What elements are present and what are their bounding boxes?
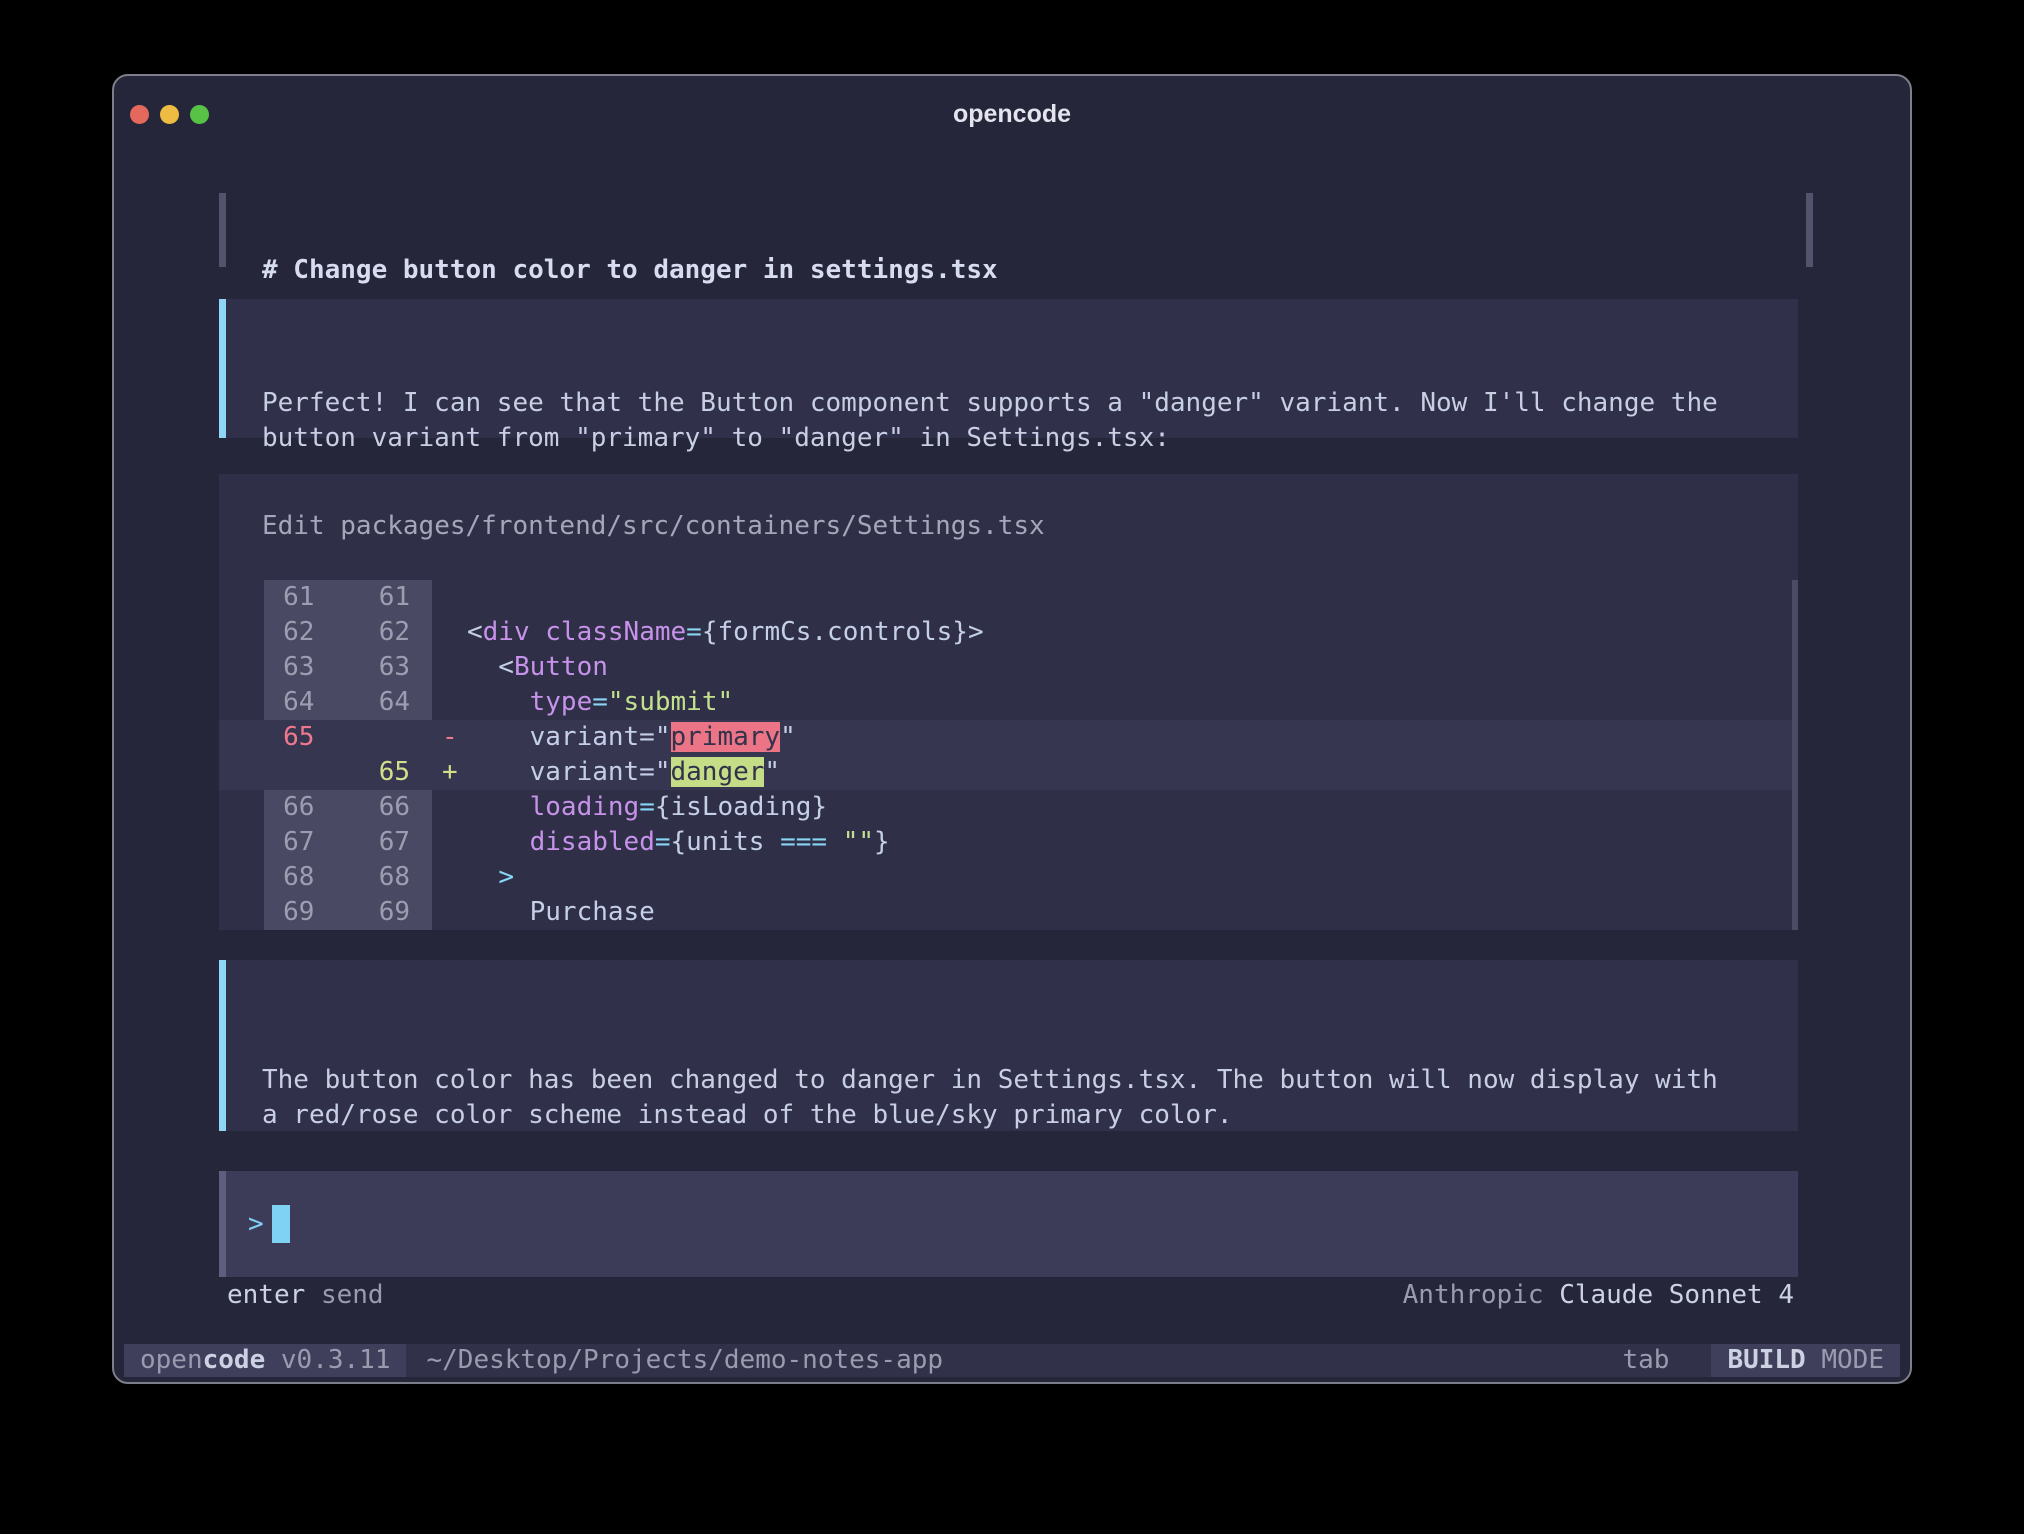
old-line-number: 67 <box>264 825 314 860</box>
code-line: type="submit" <box>467 685 733 720</box>
new-line-number: 63 <box>314 650 410 685</box>
diff-row: 6868 > <box>219 860 1798 895</box>
diff-marker <box>432 685 467 720</box>
new-line-number: 68 <box>314 860 410 895</box>
new-line-number: 65 <box>314 755 410 790</box>
assistant-message: Perfect! I can see that the Button compo… <box>219 299 1798 438</box>
mode-name: BUILD <box>1727 1345 1805 1375</box>
session-header: # Change button color to danger in setti… <box>219 193 1813 267</box>
zoom-button[interactable] <box>190 105 209 124</box>
diff-row: 65 + variant="danger" <box>219 755 1798 790</box>
old-line-number: 62 <box>264 615 314 650</box>
diff-row: 6767 disabled={units === ""} <box>219 825 1798 860</box>
old-line-number: 69 <box>264 895 314 930</box>
diff-marker <box>432 860 467 895</box>
message-line: button variant from "primary" to "danger… <box>262 421 1798 456</box>
old-line-number: 65 <box>264 720 314 755</box>
code-line: variant="primary" <box>467 720 796 755</box>
provider-label: Anthropic <box>1403 1280 1544 1310</box>
edit-action-label: Edit <box>262 511 325 541</box>
send-label: send <box>321 1280 384 1310</box>
old-line-number: 66 <box>264 790 314 825</box>
edit-tool-card: Edit packages/frontend/src/containers/Se… <box>219 474 1798 930</box>
old-line-number: 64 <box>264 685 314 720</box>
diff-marker: + <box>432 755 467 790</box>
diff-row: 6161 <box>219 580 1798 615</box>
model-label: Claude Sonnet 4 <box>1559 1280 1794 1310</box>
diff-row: 6464 type="submit" <box>219 685 1798 720</box>
code-line: <div className={formCs.controls}> <box>467 615 984 650</box>
new-line-number: 64 <box>314 685 410 720</box>
diff-row: 6666 loading={isLoading} <box>219 790 1798 825</box>
diff-marker <box>432 790 467 825</box>
message-line: a red/rose color scheme instead of the b… <box>262 1098 1798 1133</box>
opencode-window: opencode # Change button color to danger… <box>112 74 1912 1384</box>
assistant-message: The button color has been changed to dan… <box>219 960 1798 1131</box>
tab-key-hint[interactable]: tab <box>1622 1344 1669 1377</box>
mode-segment: BUILD MODE <box>1711 1344 1900 1377</box>
text-cursor <box>272 1205 290 1243</box>
prompt-input[interactable]: > <box>219 1171 1798 1277</box>
enter-key-hint: enter <box>227 1280 305 1310</box>
new-line-number: 66 <box>314 790 410 825</box>
diff-marker <box>432 580 467 615</box>
code-line: Purchase <box>467 895 655 930</box>
diff-marker: - <box>432 720 467 755</box>
new-line-number: 69 <box>314 895 410 930</box>
app-name-suffix: code <box>203 1345 266 1375</box>
new-line-number: 67 <box>314 825 410 860</box>
window-titlebar: opencode <box>114 76 1910 150</box>
code-line: variant="danger" <box>467 755 780 790</box>
statusbar-spacer <box>943 1344 1622 1377</box>
minimize-button[interactable] <box>160 105 179 124</box>
old-line-number: 68 <box>264 860 314 895</box>
close-button[interactable] <box>130 105 149 124</box>
app-version-segment: opencode v0.3.11 <box>124 1344 406 1377</box>
app-name-prefix: open <box>140 1345 203 1375</box>
new-line-number <box>314 720 410 755</box>
code-line: loading={isLoading} <box>467 790 827 825</box>
diff-row: 6969 Purchase <box>219 895 1798 930</box>
new-line-number: 61 <box>314 580 410 615</box>
diff-row: 6262 <div className={formCs.controls}> <box>219 615 1798 650</box>
code-line: > <box>467 860 514 895</box>
prompt-symbol: > <box>248 1209 264 1239</box>
hints-row: enter send Anthropic Claude Sonnet 4 <box>219 1278 1798 1313</box>
message-text: The button color has been changed to dan… <box>262 1063 1798 1133</box>
diff-marker <box>432 650 467 685</box>
diff-marker <box>432 825 467 860</box>
old-line-number <box>264 755 314 790</box>
diff-row: 6363 <Button <box>219 650 1798 685</box>
model-indicator: Anthropic Claude Sonnet 4 <box>1403 1278 1794 1313</box>
diff-row: 65 - variant="primary" <box>219 720 1798 755</box>
window-title: opencode <box>114 76 1910 152</box>
new-line-number: 62 <box>314 615 410 650</box>
code-line: disabled={units === ""} <box>467 825 890 860</box>
send-hint: enter send <box>227 1278 384 1313</box>
message-line: Perfect! I can see that the Button compo… <box>262 386 1798 421</box>
mode-suffix: MODE <box>1821 1345 1884 1375</box>
diff-scrollbar[interactable] <box>1792 580 1798 930</box>
code-line: <Button <box>467 650 608 685</box>
status-bar: opencode v0.3.11 ~/Desktop/Projects/demo… <box>124 1344 1900 1377</box>
edit-file-path: packages/frontend/src/containers/Setting… <box>340 511 1044 541</box>
edit-tool-header: Edit packages/frontend/src/containers/Se… <box>262 509 1045 544</box>
diff-marker <box>432 615 467 650</box>
old-line-number: 61 <box>264 580 314 615</box>
message-line: The button color has been changed to dan… <box>262 1063 1798 1098</box>
message-text: Perfect! I can see that the Button compo… <box>262 386 1798 456</box>
app-version: v0.3.11 <box>281 1345 391 1375</box>
diff-marker <box>432 895 467 930</box>
working-directory: ~/Desktop/Projects/demo-notes-app <box>426 1344 943 1377</box>
diff-view: 61616262 <div className={formCs.controls}… <box>219 580 1798 930</box>
old-line-number: 63 <box>264 650 314 685</box>
edit-header-gap <box>325 511 341 541</box>
session-title: # Change button color to danger in setti… <box>262 253 1770 288</box>
